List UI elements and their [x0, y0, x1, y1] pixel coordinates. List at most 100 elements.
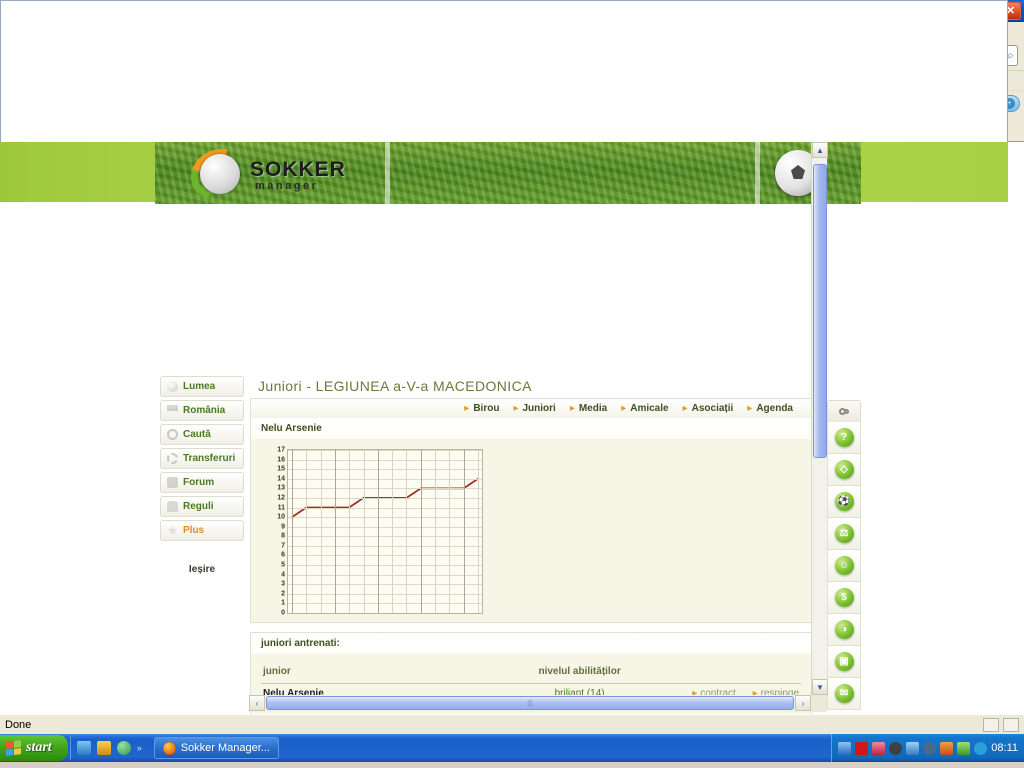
status-right-area: [983, 717, 1019, 732]
chart-y-tick-label: 10: [277, 513, 285, 521]
main-column: Juniori - LEGIUNEA a-V-a MACEDONICA Biro…: [250, 376, 812, 714]
site-logo-text[interactable]: SOKKER: [250, 158, 346, 182]
rail-button-mail[interactable]: ✉: [827, 678, 861, 710]
chart-gridline-h: [288, 574, 482, 576]
chart-y-tick-label: 5: [281, 561, 285, 569]
page-content: Lumea România Caută Transferuri Forum Re…: [0, 204, 1008, 714]
chart-y-tick-label: 11: [277, 504, 285, 512]
scroll-down-button[interactable]: ▼: [812, 679, 828, 695]
chart-gridline-v: [349, 450, 351, 613]
chart-gridline-h: [288, 478, 482, 480]
sidebar-item-label: Plus: [183, 525, 205, 536]
start-button[interactable]: start: [0, 735, 68, 761]
gears-icon[interactable]: [827, 400, 861, 422]
subnav-agenda[interactable]: Agenda: [747, 403, 793, 414]
sidebar-item-plus[interactable]: Plus: [160, 520, 244, 541]
windows-taskbar: start » Sokker Manager... 08:11: [0, 734, 1024, 762]
sidebar-item-lumea[interactable]: Lumea: [160, 376, 244, 397]
start-label: start: [26, 740, 52, 755]
quicklaunch-icon-1[interactable]: [76, 741, 91, 755]
chart-y-tick-label: 2: [281, 590, 285, 598]
status-security-icon[interactable]: [1003, 717, 1019, 732]
site-logo-subtext: manager: [255, 180, 319, 192]
sidebar-item-romania[interactable]: România: [160, 400, 244, 421]
tray-icon-6[interactable]: [923, 741, 937, 755]
chart-y-tick-label: 14: [277, 475, 285, 483]
sidebar-item-cauta[interactable]: Caută: [160, 424, 244, 445]
sidebar-item-label: România: [183, 405, 226, 416]
rail-button-tv[interactable]: ▣: [827, 646, 861, 678]
pitch-icon: ◑: [834, 620, 854, 639]
sidebar-item-transferuri[interactable]: Transferuri: [160, 448, 244, 469]
tray-icon-1[interactable]: [838, 741, 852, 755]
site-banner: SOKKER manager: [155, 142, 861, 204]
pitch-line: [385, 142, 390, 204]
page-title: Juniori - LEGIUNEA a-V-a MACEDONICA: [258, 378, 532, 394]
chart-gridline-h: [288, 565, 482, 567]
status-indicator-icon[interactable]: [983, 717, 999, 732]
rail-button-scales[interactable]: ⚖: [827, 518, 861, 550]
chart-y-tick-label: 13: [277, 484, 285, 492]
chart-gridline-h: [288, 536, 482, 538]
chart-gridline-v: [449, 450, 451, 613]
tray-icon-volume[interactable]: [974, 741, 988, 755]
sidebar-item-reguli[interactable]: Reguli: [160, 496, 244, 517]
chart-line-svg: [291, 478, 479, 518]
taskbar-clock[interactable]: 08:11: [991, 742, 1018, 754]
bookmark-windows[interactable]: Windows: [0, 0, 1008, 553]
rail-button-player[interactable]: ☺: [827, 550, 861, 582]
taskbar-item-label: Sokker Manager...: [180, 742, 270, 754]
chart-gridline-h: [288, 526, 482, 528]
subnav-media[interactable]: Media: [570, 403, 607, 414]
tray-icon-4[interactable]: [889, 741, 903, 755]
chart-y-tick-label: 8: [281, 532, 285, 540]
tray-icon-3[interactable]: [872, 741, 886, 755]
chart-gridline-h: [288, 459, 482, 461]
horizontal-scroll-thumb[interactable]: |||: [266, 696, 794, 710]
sidebar-item-iesire[interactable]: Ieșire: [160, 559, 244, 580]
rail-button-money[interactable]: $: [827, 582, 861, 614]
taskbar-item-sokker-manager[interactable]: Sokker Manager...: [153, 737, 279, 759]
horizontal-scrollbar[interactable]: ‹ ||| ›: [249, 695, 811, 712]
scroll-up-button[interactable]: ▲: [812, 142, 828, 158]
tray-icon-7[interactable]: [940, 741, 954, 755]
scroll-right-button[interactable]: ›: [795, 695, 811, 711]
chart-gridline-h: [288, 450, 482, 451]
tray-icon-5[interactable]: [906, 741, 920, 755]
gear-small-icon: [844, 409, 849, 414]
subnav-juniori[interactable]: Juniori: [513, 403, 555, 414]
help-icon: ?: [834, 428, 854, 447]
search-icon[interactable]: ⌕: [1007, 48, 1014, 63]
sidebar-item-forum[interactable]: Forum: [160, 472, 244, 493]
chart-gridline-h: [288, 593, 482, 595]
page-icon: [0, 0, 1008, 553]
quicklaunch-icon-3[interactable]: [116, 741, 131, 755]
chart-gridline-v: [306, 450, 308, 613]
skill-progression-chart: 17 16 15 14 13 12 11 10 9 8 7 6 5 4 3 2 1 0: [277, 447, 483, 617]
chart-gridline-h: [288, 517, 482, 519]
rail-button-shield[interactable]: ◇: [827, 454, 861, 486]
chart-gridline-v: [363, 450, 365, 613]
rail-button-pitch[interactable]: ◑: [827, 614, 861, 646]
subnav-amicale[interactable]: Amicale: [621, 403, 668, 414]
vertical-scrollbar[interactable]: ▲ ▼: [811, 142, 828, 695]
subnav-asociatii[interactable]: Asociații: [683, 403, 734, 414]
quicklaunch-icon-2[interactable]: [96, 741, 111, 755]
tray-icon-kaspersky[interactable]: [855, 741, 869, 755]
chart-y-tick-label: 17: [277, 446, 285, 454]
subnav-birou[interactable]: Birou: [464, 403, 499, 414]
scroll-left-button[interactable]: ‹: [249, 695, 265, 711]
rail-button-help[interactable]: ?: [827, 422, 861, 454]
chart-y-tick-label: 1: [281, 599, 285, 607]
chevron-expand-icon[interactable]: »: [137, 743, 142, 753]
flag-icon: [167, 405, 178, 416]
skill-chart-container: 17 16 15 14 13 12 11 10 9 8 7 6 5 4 3 2 1 0: [251, 439, 811, 622]
chart-gridline-h: [288, 584, 482, 586]
tray-icon-8[interactable]: [957, 741, 971, 755]
ball-icon: ⚽: [834, 492, 854, 511]
sidebar-item-label: Forum: [183, 477, 215, 488]
chart-gridline-h: [288, 545, 482, 547]
vertical-scroll-thumb[interactable]: [813, 164, 827, 458]
rail-button-ball[interactable]: ⚽: [827, 486, 861, 518]
mail-icon: ✉: [834, 684, 854, 703]
